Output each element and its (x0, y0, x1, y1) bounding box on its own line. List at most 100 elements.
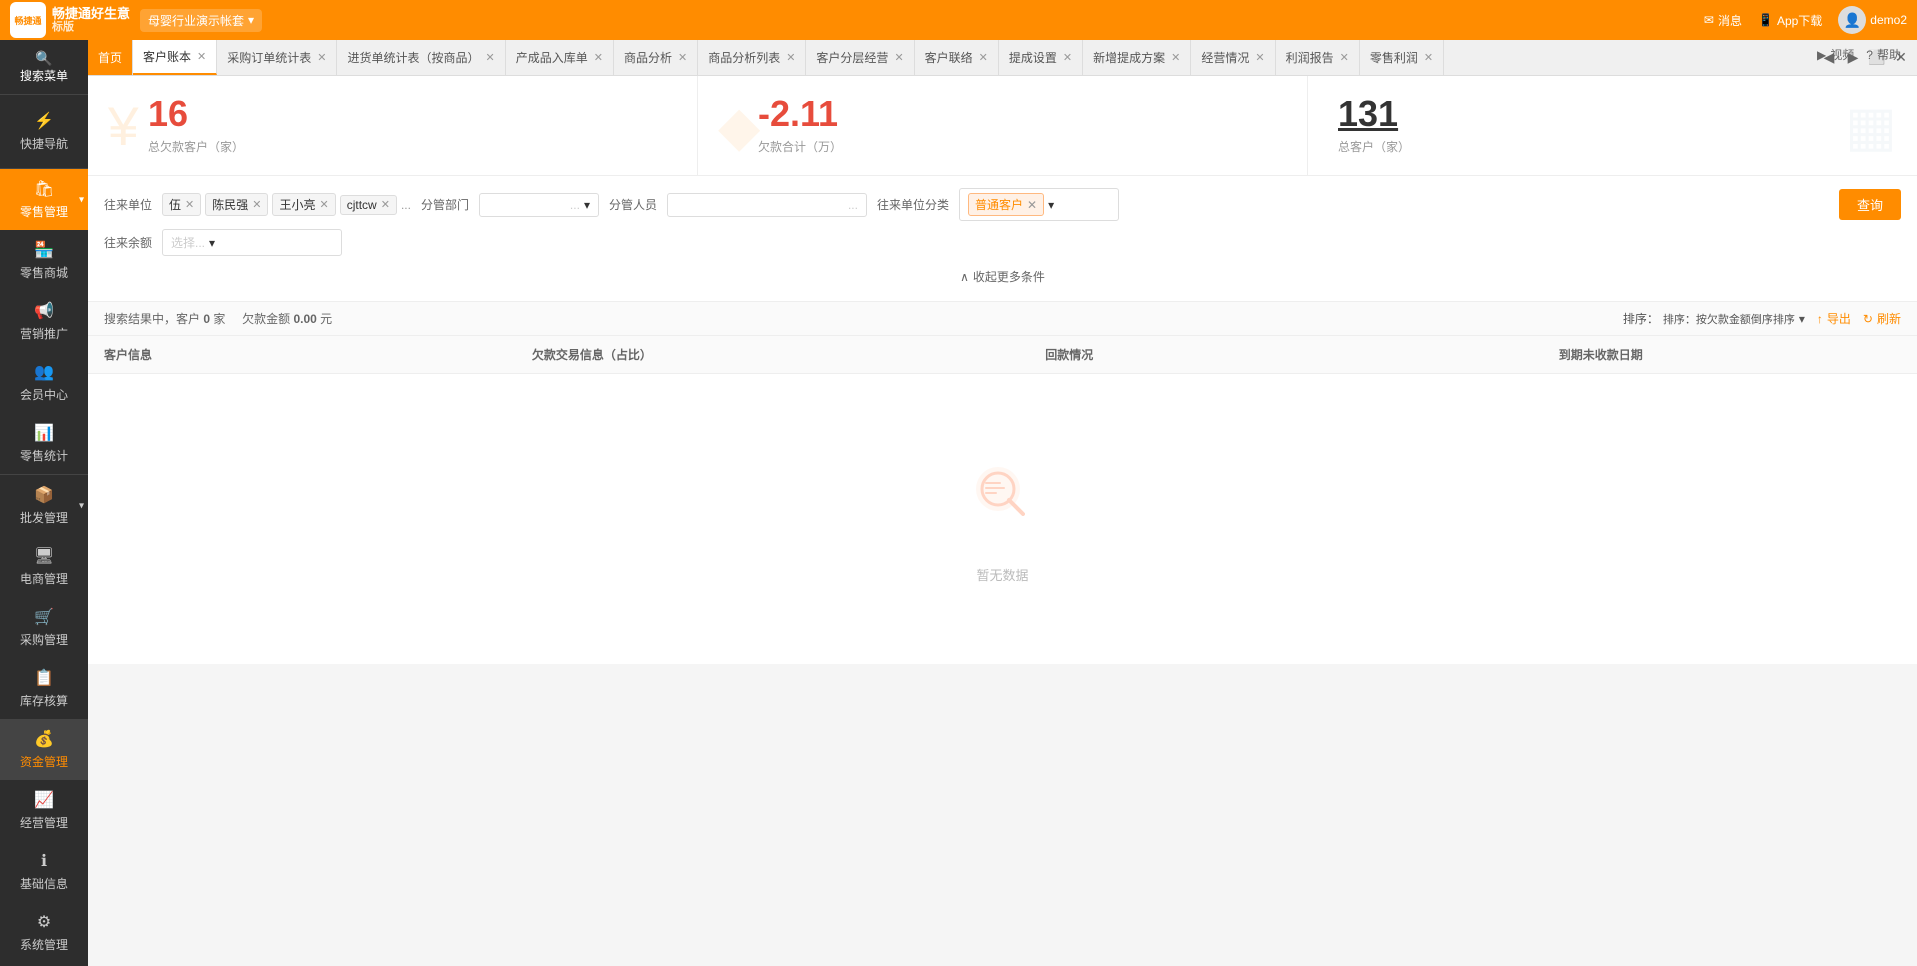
stats-row: ▶ 视频 ? 帮助 ¥ 16 总欠款客户（家） (88, 76, 1917, 176)
sidebar-item-sys[interactable]: ⚙ 系统管理 (0, 902, 88, 963)
sidebar-item-batch[interactable]: 📦 批发管理 ▾ (0, 475, 88, 536)
col-header-repayment: 回款情况 (1045, 346, 1558, 363)
tab-close-inventory[interactable]: ✕ (486, 51, 495, 64)
balance-select[interactable]: 选择... ▾ (162, 229, 342, 256)
results-info: 搜索结果中，客户 0 家 欠款金额 0.00 元 (104, 310, 332, 327)
sidebar-item-purchase[interactable]: 🛒 采购管理 (0, 597, 88, 658)
col-header-date: 到期未收款日期 (1559, 346, 1901, 363)
app-download-btn[interactable]: 📱 App下载 (1758, 12, 1822, 29)
results-bar: 搜索结果中，客户 0 家 欠款金额 0.00 元 排序： 排序：按欠款金 (88, 302, 1917, 336)
sidebar-item-inventory[interactable]: 📋 库存核算 (0, 658, 88, 719)
tab-close-raise[interactable]: ✕ (1063, 51, 1072, 64)
dept-label: 分管部门 (421, 196, 469, 213)
filter-row-2: 往来余额 选择... ▾ (104, 229, 1901, 256)
filter-tag-1: 陈民强 ✕ (205, 193, 268, 216)
stat-label-debt: 欠款合计（万） (758, 138, 842, 155)
tab-product-analysis[interactable]: 商品分析 ✕ (614, 40, 698, 75)
remove-tag-3[interactable]: ✕ (381, 198, 390, 211)
results-actions: 排序： 排序：按欠款金额倒序排序 ▾ ↑ 导出 ↻ 刷新 (1623, 310, 1901, 327)
filter-tag-2: 王小亮 ✕ (272, 193, 335, 216)
tab-new-raise[interactable]: 新增提成方案 ✕ (1083, 40, 1191, 75)
tab-close-product-in[interactable]: ✕ (594, 51, 603, 64)
dept-select[interactable]: ... ▾ (479, 193, 599, 217)
tab-product-list[interactable]: 商品分析列表 ✕ (698, 40, 806, 75)
remove-tag-1[interactable]: ✕ (252, 198, 261, 211)
sidebar-search[interactable]: 🔍 搜索菜单 (0, 40, 88, 95)
page-content: ▶ 视频 ? 帮助 ¥ 16 总欠款客户（家） (88, 76, 1917, 966)
tab-customer-book[interactable]: 客户账本 ✕ (133, 40, 217, 75)
filter-more-tags[interactable]: ... (401, 198, 411, 212)
sidebar-item-member[interactable]: 👥 会员中心 (0, 352, 88, 413)
tab-home[interactable]: 首页 (88, 40, 133, 75)
tab-close-customer-layer[interactable]: ✕ (894, 51, 903, 64)
tab-inventory-stats[interactable]: 进货单统计表（按商品） ✕ (337, 40, 505, 75)
store-selector[interactable]: 母婴行业演示帐套 ▾ (140, 9, 262, 32)
tab-close-customer-book[interactable]: ✕ (197, 50, 206, 63)
sidebar-item-basic[interactable]: ℹ 基础信息 (0, 841, 88, 902)
tab-close-retail-profit[interactable]: ✕ (1424, 51, 1433, 64)
refresh-btn[interactable]: ↻ 刷新 (1863, 310, 1901, 327)
remove-tag-2[interactable]: ✕ (320, 198, 329, 211)
sidebar: 🔍 搜索菜单 ⚡ 快捷导航 🛍 零售管理 ▾ 🏪 零售商城 (0, 40, 88, 966)
tab-customer-layer[interactable]: 客户分层经营 ✕ (806, 40, 914, 75)
filter-tag-0: 伍 ✕ (162, 193, 201, 216)
sidebar-item-quick-nav[interactable]: ⚡ 快捷导航 (0, 101, 88, 162)
tab-close-profit[interactable]: ✕ (1340, 51, 1349, 64)
export-btn[interactable]: ↑ 导出 (1817, 310, 1851, 327)
stat-label-customers: 总欠款客户（家） (148, 138, 244, 155)
sidebar-item-retail-mall[interactable]: 🏪 零售商城 (0, 230, 88, 291)
tab-customer-contact[interactable]: 客户联络 ✕ (915, 40, 999, 75)
message-btn[interactable]: ✉ 消息 (1704, 12, 1742, 29)
stat-value-debt: -2.11 (758, 96, 842, 132)
query-button[interactable]: 查询 (1839, 189, 1901, 220)
person-input[interactable]: ... (667, 193, 867, 217)
person-label: 分管人员 (609, 196, 657, 213)
sidebar-item-finance[interactable]: 💰 资金管理 (0, 719, 88, 780)
filter-tag-3: cjttcw ✕ (340, 195, 397, 215)
remove-category[interactable]: ✕ (1027, 198, 1037, 212)
tab-bar: 首页 客户账本 ✕ 采购订单统计表 ✕ 进货单统计表（按商品） ✕ 产成品入库单… (88, 40, 1917, 76)
tab-profit-report[interactable]: 利润报告 ✕ (1276, 40, 1360, 75)
sidebar-item-ops[interactable]: 📈 经营管理 (0, 780, 88, 841)
tab-ops-status[interactable]: 经营情况 ✕ (1191, 40, 1275, 75)
sidebar-item-marketing[interactable]: 📢 营销推广 (0, 291, 88, 352)
content-area: 首页 客户账本 ✕ 采购订单统计表 ✕ 进货单统计表（按商品） ✕ 产成品入库单… (88, 40, 1917, 966)
tab-close-new-raise[interactable]: ✕ (1171, 51, 1180, 64)
logo-area: 畅捷通 畅捷通好生意 标版 (10, 2, 130, 38)
sidebar-item-ecommerce[interactable]: 🖥 电商管理 (0, 536, 88, 597)
user-menu[interactable]: 👤 demo2 (1838, 6, 1907, 34)
tab-retail-profit[interactable]: 零售利润 ✕ (1360, 40, 1444, 75)
tab-close-purchase-order[interactable]: ✕ (317, 51, 326, 64)
top-bar: 畅捷通 畅捷通好生意 标版 母婴行业演示帐套 ▾ ✉ 消息 📱 App下载 (0, 0, 1917, 40)
sidebar-item-retail-stat[interactable]: 📊 零售统计 (0, 413, 88, 474)
stat-total-customers: ¥ 16 总欠款客户（家） (88, 76, 698, 175)
tab-purchase-order[interactable]: 采购订单统计表 ✕ (217, 40, 337, 75)
stat-total-customers2: ▦ 131 总客户（家） (1308, 76, 1917, 175)
col-header-debt: 欠款交易信息（占比） (532, 346, 1045, 363)
tab-close-product-analysis[interactable]: ✕ (678, 51, 687, 64)
tab-close-product-list[interactable]: ✕ (786, 51, 795, 64)
col-header-customer: 客户信息 (104, 346, 532, 363)
empty-state: 暂无数据 (88, 374, 1917, 664)
table: 客户信息 欠款交易信息（占比） 回款情况 到期未收款日期 (88, 336, 1917, 664)
stat-value-customers: 16 (148, 96, 244, 132)
table-header: 客户信息 欠款交易信息（占比） 回款情况 到期未收款日期 (88, 336, 1917, 374)
stat-total-debt: ◆ -2.11 欠款合计（万） (698, 76, 1308, 175)
sort-select[interactable]: 排序： 排序：按欠款金额倒序排序 ▾ (1623, 310, 1805, 327)
empty-icon (963, 454, 1043, 553)
logo-icon: 畅捷通 (10, 2, 46, 38)
tab-raise-settings[interactable]: 提成设置 ✕ (999, 40, 1083, 75)
stat-label-customers2: 总客户（家） (1338, 138, 1410, 155)
remove-tag-0[interactable]: ✕ (185, 198, 194, 211)
tab-close-customer-contact[interactable]: ✕ (979, 51, 988, 64)
filter-tags-unit: 伍 ✕ 陈民强 ✕ 王小亮 ✕ (162, 193, 411, 216)
tab-product-in[interactable]: 产成品入库单 ✕ (506, 40, 614, 75)
category-select[interactable]: 普通客户 ✕ ▾ (959, 188, 1119, 221)
sidebar-quick-nav: ⚡ 快捷导航 (0, 95, 88, 169)
tab-close-ops[interactable]: ✕ (1255, 51, 1264, 64)
category-value-tag: 普通客户 ✕ (968, 193, 1044, 216)
collapse-btn[interactable]: ∧ 收起更多条件 (950, 264, 1055, 289)
filter-area: 往来单位 伍 ✕ 陈民强 ✕ 王小亮 (88, 176, 1917, 302)
sidebar-item-retail-mgmt[interactable]: 🛍 零售管理 ▾ (0, 169, 88, 230)
logo-text: 畅捷通好生意 标版 (52, 6, 130, 35)
